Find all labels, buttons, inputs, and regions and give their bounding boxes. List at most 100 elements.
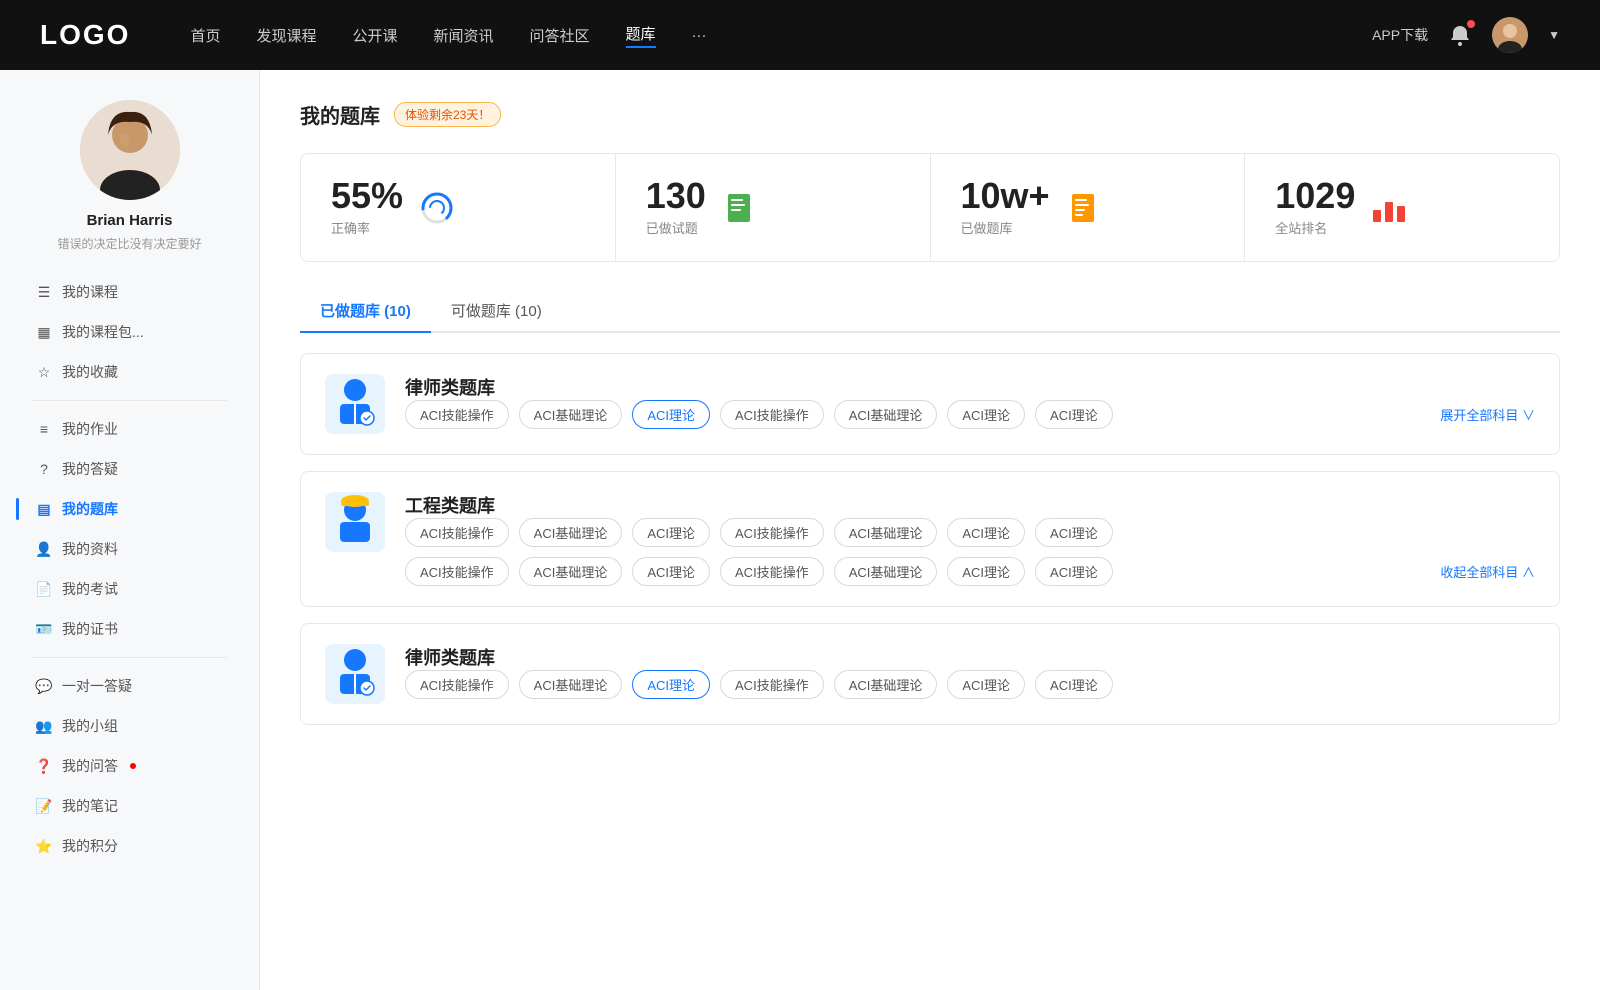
tag-2-5[interactable]: ACI理论 [947, 518, 1025, 547]
sidebar-item-my-info[interactable]: 👤 我的资料 [16, 529, 243, 569]
tag-3-0[interactable]: ACI技能操作 [405, 670, 509, 699]
sidebar-item-my-notes[interactable]: 📝 我的笔记 [16, 786, 243, 826]
navbar: LOGO 首页 发现课程 公开课 新闻资讯 问答社区 题库 ··· APP下载 … [0, 0, 1600, 70]
qa-icon: ? [36, 461, 52, 477]
tag-2-2[interactable]: ACI理论 [632, 518, 710, 547]
sidebar-item-label: 我的作业 [62, 419, 118, 439]
tab-todo[interactable]: 可做题库 (10) [431, 290, 562, 331]
sidebar-item-my-course[interactable]: ☰ 我的课程 [16, 272, 243, 312]
sidebar-item-my-exam[interactable]: 📄 我的考试 [16, 569, 243, 609]
doc-icon: ☰ [36, 284, 52, 300]
sidebar-item-label: 我的课程包... [62, 322, 144, 342]
trial-badge: 体验剩余23天！ [394, 102, 501, 127]
tab-done[interactable]: 已做题库 (10) [300, 290, 431, 331]
sidebar-item-my-group[interactable]: 👥 我的小组 [16, 706, 243, 746]
sidebar-item-one-to-one[interactable]: 💬 一对一答疑 [16, 666, 243, 706]
bank-title-3: 律师类题库 [405, 644, 1535, 670]
unread-dot [130, 763, 136, 769]
tag-3-1[interactable]: ACI基础理论 [519, 670, 623, 699]
sidebar-item-my-qa[interactable]: ? 我的答疑 [16, 449, 243, 489]
bank-inner-2: 工程类题库 ACI技能操作 ACI基础理论 ACI理论 ACI技能操作 ACI基… [325, 492, 1535, 586]
tag-2-1[interactable]: ACI基础理论 [519, 518, 623, 547]
sidebar-item-my-bank[interactable]: ▤ 我的题库 [16, 489, 243, 529]
tag-3-2[interactable]: ACI理论 [632, 670, 710, 699]
tag-1-0[interactable]: ACI技能操作 [405, 400, 509, 429]
tag-3-5[interactable]: ACI理论 [947, 670, 1025, 699]
sidebar-item-label: 我的答疑 [62, 459, 118, 479]
sidebar-item-my-homework[interactable]: ≡ 我的作业 [16, 409, 243, 449]
user-avatar[interactable] [1492, 17, 1528, 53]
nav-item-more[interactable]: ··· [692, 27, 707, 44]
bank-inner-1: 律师类题库 ACI技能操作 ACI基础理论 ACI理论 ACI技能操作 ACI基… [325, 374, 1535, 434]
sidebar-item-my-question[interactable]: ❓ 我的问答 [16, 746, 243, 786]
tags-row-3: ACI技能操作 ACI基础理论 ACI理论 ACI技能操作 ACI基础理论 AC… [405, 670, 1535, 699]
banks-icon [1066, 190, 1102, 226]
nav-menu: 首页 发现课程 公开课 新闻资讯 问答社区 题库 ··· [190, 23, 1372, 48]
expand-bank-1[interactable]: 展开全部科目 ∨ [1440, 405, 1535, 424]
tag-3-6[interactable]: ACI理论 [1035, 670, 1113, 699]
tag-2-0[interactable]: ACI技能操作 [405, 518, 509, 547]
stat-label-accuracy: 正确率 [331, 218, 403, 237]
tag-3-4[interactable]: ACI基础理论 [834, 670, 938, 699]
nav-item-bank[interactable]: 题库 [626, 23, 656, 48]
main-layout: Brian Harris 错误的决定比没有决定要好 ☰ 我的课程 ▦ 我的课程包… [0, 70, 1600, 990]
questions-icon [722, 190, 758, 226]
notification-badge [1467, 20, 1475, 28]
nav-item-discover[interactable]: 发现课程 [256, 25, 316, 46]
tags-row-2-2: ACI技能操作 ACI基础理论 ACI理论 ACI技能操作 ACI基础理论 AC… [405, 557, 1535, 586]
stats-row: 55% 正确率 130 已做试题 [300, 153, 1560, 262]
tag-1-2[interactable]: ACI理论 [632, 400, 710, 429]
sidebar-item-label: 我的考试 [62, 579, 118, 599]
tag-2-r2-0[interactable]: ACI技能操作 [405, 557, 509, 586]
collapse-bank-2[interactable]: 收起全部科目 ∧ [1440, 562, 1535, 581]
bank-avatar-lawyer-1 [325, 374, 385, 434]
stat-label-banks: 已做题库 [961, 218, 1050, 237]
tag-2-r2-5[interactable]: ACI理论 [947, 557, 1025, 586]
bank-section-1: 律师类题库 ACI技能操作 ACI基础理论 ACI理论 ACI技能操作 ACI基… [300, 353, 1560, 455]
bank-icon: ▤ [36, 501, 52, 517]
sidebar-item-label: 我的资料 [62, 539, 118, 559]
tag-2-r2-1[interactable]: ACI基础理论 [519, 557, 623, 586]
bank-title-1: 律师类题库 [405, 374, 1535, 400]
tag-2-3[interactable]: ACI技能操作 [720, 518, 824, 547]
sidebar-item-my-package[interactable]: ▦ 我的课程包... [16, 312, 243, 352]
tag-2-r2-6[interactable]: ACI理论 [1035, 557, 1113, 586]
tag-2-6[interactable]: ACI理论 [1035, 518, 1113, 547]
bank-avatar-engineer [325, 492, 385, 552]
tag-1-5[interactable]: ACI理论 [947, 400, 1025, 429]
tag-1-1[interactable]: ACI基础理论 [519, 400, 623, 429]
tag-2-r2-2[interactable]: ACI理论 [632, 557, 710, 586]
tag-2-r2-3[interactable]: ACI技能操作 [720, 557, 824, 586]
tag-1-6[interactable]: ACI理论 [1035, 400, 1113, 429]
group-icon: 👥 [36, 718, 52, 734]
sidebar-item-label: 我的证书 [62, 619, 118, 639]
user-dropdown-arrow[interactable]: ▼ [1548, 28, 1560, 42]
homework-icon: ≡ [36, 421, 52, 437]
nav-item-news[interactable]: 新闻资讯 [434, 25, 494, 46]
sidebar-item-label: 我的笔记 [62, 796, 118, 816]
bank-section-2: 工程类题库 ACI技能操作 ACI基础理论 ACI理论 ACI技能操作 ACI基… [300, 471, 1560, 607]
nav-item-qa[interactable]: 问答社区 [530, 25, 590, 46]
exam-icon: 📄 [36, 581, 52, 597]
sidebar-item-my-cert[interactable]: 🪪 我的证书 [16, 609, 243, 649]
tag-3-3[interactable]: ACI技能操作 [720, 670, 824, 699]
bank-section-3: 律师类题库 ACI技能操作 ACI基础理论 ACI理论 ACI技能操作 ACI基… [300, 623, 1560, 725]
nav-item-home[interactable]: 首页 [190, 25, 220, 46]
stat-label-rank: 全站排名 [1275, 218, 1355, 237]
tag-1-4[interactable]: ACI基础理论 [834, 400, 938, 429]
app-download-link[interactable]: APP下载 [1372, 25, 1428, 45]
sidebar-item-my-points[interactable]: ⭐ 我的积分 [16, 826, 243, 866]
sidebar-item-my-fav[interactable]: ☆ 我的收藏 [16, 352, 243, 392]
tag-1-3[interactable]: ACI技能操作 [720, 400, 824, 429]
sidebar-item-label: 一对一答疑 [62, 676, 132, 696]
sidebar: Brian Harris 错误的决定比没有决定要好 ☰ 我的课程 ▦ 我的课程包… [0, 70, 260, 990]
tag-2-r2-4[interactable]: ACI基础理论 [834, 557, 938, 586]
tag-2-4[interactable]: ACI基础理论 [834, 518, 938, 547]
notification-bell[interactable] [1448, 23, 1472, 47]
nav-item-open[interactable]: 公开课 [352, 25, 397, 46]
bank-tags-3: 律师类题库 ACI技能操作 ACI基础理论 ACI理论 ACI技能操作 ACI基… [405, 644, 1535, 699]
chat-icon: 💬 [36, 678, 52, 694]
sidebar-item-label: 我的积分 [62, 836, 118, 856]
stat-value-accuracy: 55% [331, 178, 403, 214]
sidebar-item-label: 我的小组 [62, 716, 118, 736]
